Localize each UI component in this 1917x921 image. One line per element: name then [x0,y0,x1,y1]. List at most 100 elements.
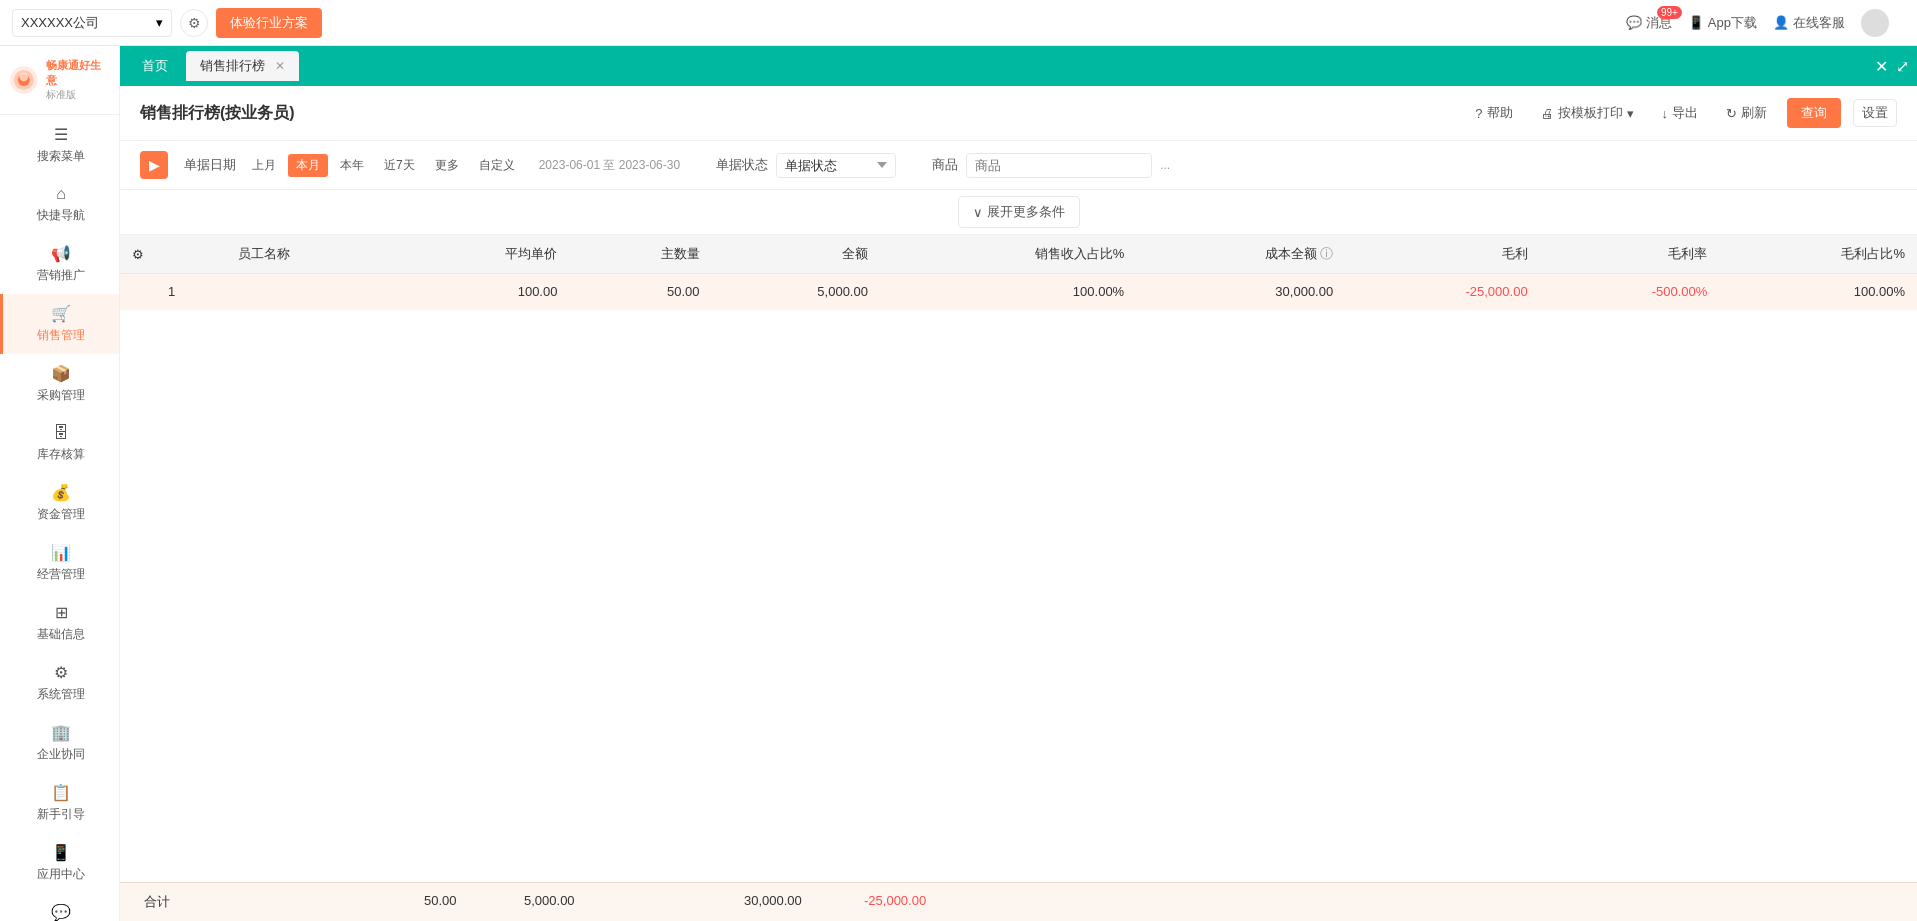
cost-info-icon[interactable]: ⓘ [1320,246,1333,261]
sidebar-label-inventory: 库存核算 [37,446,85,463]
col-gross-rate: 毛利率 [1540,235,1720,274]
date-opt-custom[interactable]: 自定义 [471,154,523,177]
refresh-btn[interactable]: ↻ 刷新 [1718,100,1775,126]
col-cost: 成本全额 ⓘ [1136,235,1345,274]
sales-icon: 🛒 [51,304,71,323]
col-name: 员工名称 [226,235,397,274]
sidebar-item-search[interactable]: ☰ 搜索菜单 [0,115,119,175]
expand-btn[interactable]: ∨ 展开更多条件 [958,196,1080,228]
sidebar-item-basic[interactable]: ⊞ 基础信息 [0,593,119,653]
sidebar-item-finance[interactable]: 💰 资金管理 [0,473,119,533]
print-icon: 🖨 [1541,106,1554,121]
tab-home[interactable]: 首页 [128,51,182,81]
chevron-down-icon: ∨ [973,205,983,220]
date-range-display: 2023-06-01 至 2023-06-30 [539,157,680,174]
date-opt-last[interactable]: 上月 [244,154,284,177]
inventory-icon: 🗄 [53,424,69,442]
avatar[interactable] [1861,9,1889,37]
col-settings[interactable]: ⚙ [120,235,156,274]
sidebar-item-purchase[interactable]: 📦 采购管理 [0,354,119,414]
footer-sales-pct [612,893,732,911]
col-avg-price: 平均单价 [398,235,569,274]
cell-amount: 5,000.00 [712,274,880,310]
header-settings-btn[interactable]: ⚙ [180,9,208,37]
main-layout: 畅康通好生意 标准版 ☰ 搜索菜单 ⌂ 快捷导航 📢 营销推广 🛒 销售管理 📦… [0,46,1917,921]
enterprise-icon: 🏢 [51,723,71,742]
goods-input[interactable] [966,153,1152,178]
settings-btn[interactable]: 设置 [1853,99,1897,127]
purchase-icon: 📦 [51,364,71,383]
sidebar-item-app[interactable]: 📱 应用中心 [0,833,119,893]
sidebar-item-wechat[interactable]: 💬 企业微信 [0,893,119,921]
date-options: 上月 本月 本年 近7天 更多 自定义 [244,154,523,177]
tab-sales-rank-label: 销售排行榜 [200,57,265,75]
online-service-btn[interactable]: 👤 在线客服 [1773,14,1845,32]
table-footer: 合计 50.00 5,000.00 30,000.00 -25,000.00 [120,882,1917,921]
sidebar-label-basic: 基础信息 [37,626,85,643]
wechat-icon: 💬 [51,903,71,921]
sidebar-label-purchase: 采购管理 [37,387,85,404]
sidebar-label-guide: 新手引导 [37,806,85,823]
date-opt-more[interactable]: 更多 [427,154,467,177]
sidebar-item-marketing[interactable]: 📢 营销推广 [0,234,119,294]
app-download-btn[interactable]: 📱 App下载 [1688,14,1757,32]
chevron-down-icon: ▾ [156,15,163,30]
help-icon: ? [1475,106,1482,121]
sidebar-item-operations[interactable]: 📊 经营管理 [0,533,119,593]
sidebar-item-quick-nav[interactable]: ⌂ 快捷导航 [0,175,119,234]
date-filter: 单据日期 上月 本月 本年 近7天 更多 自定义 [184,154,523,177]
expand-btn-label: 展开更多条件 [987,203,1065,221]
sidebar-item-sales[interactable]: 🛒 销售管理 [0,294,119,354]
date-opt-current[interactable]: 本月 [288,154,328,177]
refresh-label: 刷新 [1741,104,1767,122]
export-btn[interactable]: ↓ 导出 [1654,100,1707,126]
window-close-icon[interactable]: ✕ [1875,57,1888,76]
table-header-row: ⚙ 员工名称 平均单价 主数量 全额 销售收入占比% 成本全额 ⓘ 毛利 毛利率… [120,235,1917,274]
sidebar-label-marketing: 营销推广 [37,267,85,284]
search-icon: ☰ [54,125,68,144]
date-opt-7days[interactable]: 近7天 [376,154,423,177]
page-actions: ? 帮助 🖨 按模板打印 ▾ ↓ 导出 ↻ 刷新 [1467,98,1897,128]
print-label: 按模板打印 [1558,104,1623,122]
footer-quantity: 50.00 [412,893,512,911]
sidebar-item-system[interactable]: ⚙ 系统管理 [0,653,119,713]
sidebar-item-guide[interactable]: 📋 新手引导 [0,773,119,833]
filter-collapse-btn[interactable]: ▶ [140,151,168,179]
sidebar-item-enterprise[interactable]: 🏢 企业协同 [0,713,119,773]
filter-bar: ▶ 单据日期 上月 本月 本年 近7天 更多 自定义 2023-06-01 至 … [120,141,1917,190]
message-btn[interactable]: 💬 消息 99+ [1626,14,1672,32]
tab-home-label: 首页 [142,57,168,75]
company-selector[interactable]: XXXXXX公司 ▾ [12,9,172,37]
date-range-text: 2023-06-01 至 2023-06-30 [539,157,680,174]
sidebar-item-inventory[interactable]: 🗄 库存核算 [0,414,119,473]
settings-label: 设置 [1862,104,1888,122]
marketing-icon: 📢 [51,244,71,263]
col-gross-pct: 毛利占比% [1719,235,1917,274]
footer-gross: -25,000.00 [852,893,938,911]
tab-close-icon[interactable]: ✕ [275,59,285,73]
query-button[interactable]: 查询 [1787,98,1841,128]
message-icon: 💬 [1626,15,1642,30]
date-opt-year[interactable]: 本年 [332,154,372,177]
tab-sales-rank[interactable]: 销售排行榜 ✕ [186,51,299,81]
window-expand-icon[interactable]: ⤢ [1896,57,1909,76]
trial-button[interactable]: 体验行业方案 [216,8,322,38]
footer-avg-price [312,893,412,911]
page-title: 销售排行榜(按业务员) [140,103,295,124]
cell-rank: 1 [156,274,226,310]
page-header: 销售排行榜(按业务员) ? 帮助 🖨 按模板打印 ▾ ↓ 导出 [120,86,1917,141]
sidebar-label-sales: 销售管理 [37,327,85,344]
col-gross: 毛利 [1345,235,1539,274]
more-icon[interactable]: ... [1160,158,1170,172]
help-label: 帮助 [1487,104,1513,122]
status-select[interactable]: 单据状态 [776,153,896,178]
print-btn[interactable]: 🖨 按模板打印 ▾ [1533,100,1642,126]
basic-icon: ⊞ [55,603,68,622]
col-quantity: 主数量 [569,235,711,274]
sidebar-label-operations: 经营管理 [37,566,85,583]
help-btn[interactable]: ? 帮助 [1467,100,1520,126]
operations-icon: 📊 [51,543,71,562]
filter-expand-row: ∨ 展开更多条件 [120,190,1917,235]
footer-amount: 5,000.00 [512,893,612,911]
cell-gross-rate: -500.00% [1540,274,1720,310]
